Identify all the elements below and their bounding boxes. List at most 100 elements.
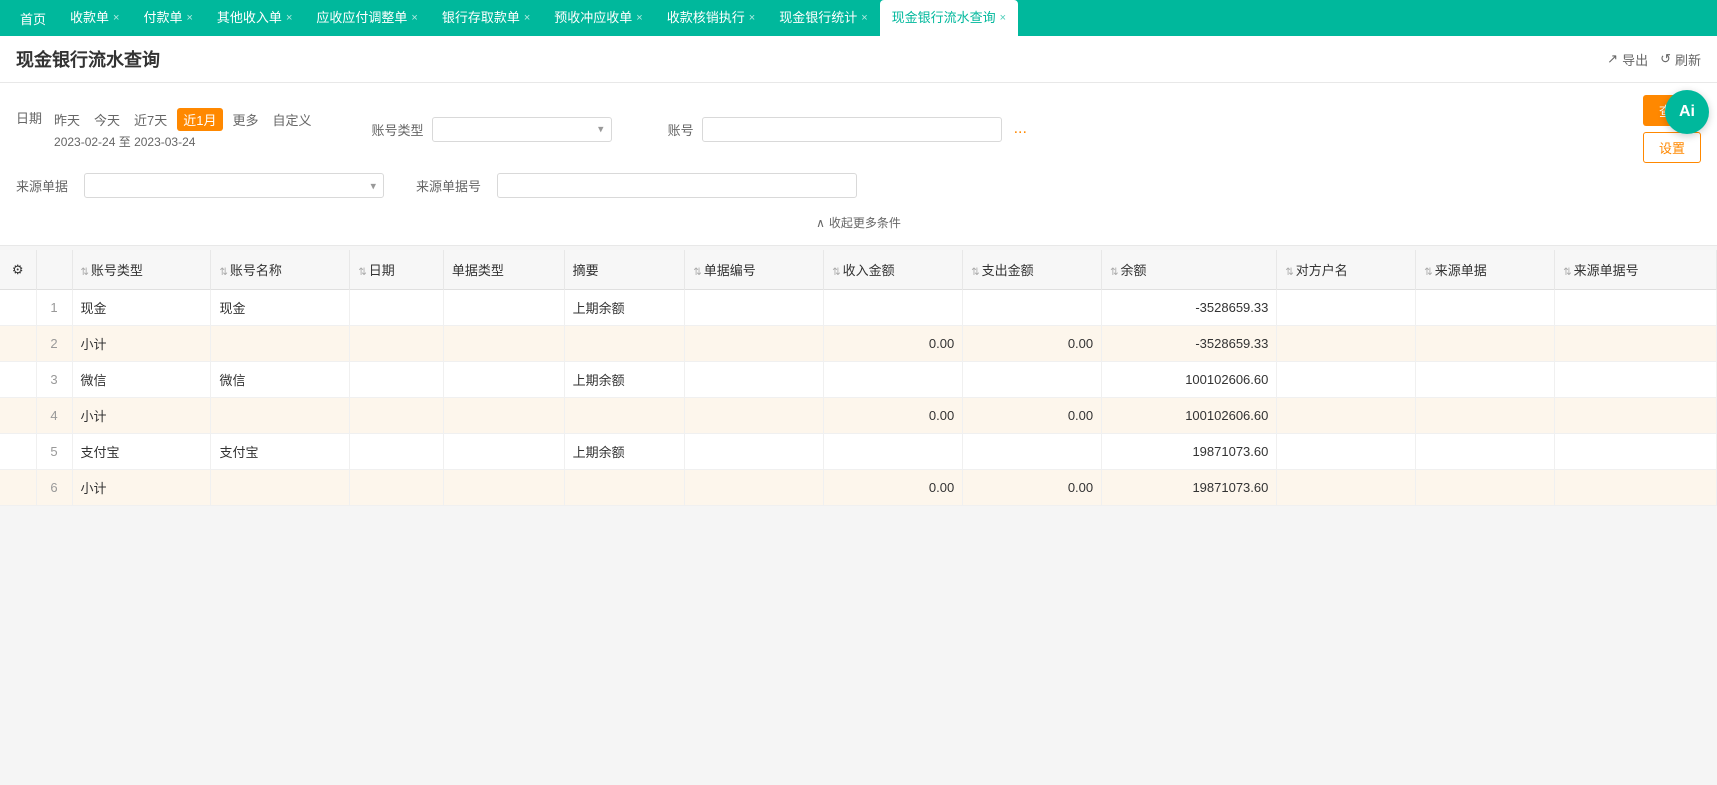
account-type-select-wrapper: 现金 微信 支付宝 ▾ xyxy=(432,117,612,142)
row-checkbox xyxy=(0,326,36,362)
cell-date xyxy=(350,434,443,470)
cell-doc-type xyxy=(443,470,564,506)
cell-source-doc-no xyxy=(1555,434,1717,470)
close-icon[interactable]: × xyxy=(524,0,530,36)
account-ellipsis[interactable]: ... xyxy=(1014,120,1027,138)
col-account-name[interactable]: ⇅账号名称 xyxy=(211,250,350,290)
nav-tab-tongji[interactable]: 现金银行统计 × xyxy=(767,0,879,36)
cell-balance: 100102606.60 xyxy=(1102,362,1277,398)
cell-counterparty xyxy=(1277,290,1416,326)
settings-button[interactable]: 设置 xyxy=(1643,132,1701,163)
date-opt-1month[interactable]: 近1月 xyxy=(177,108,222,131)
col-index xyxy=(36,250,72,290)
nav-tab-hexiao[interactable]: 收款核销执行 × xyxy=(655,0,767,36)
row-checkbox xyxy=(0,470,36,506)
close-icon[interactable]: × xyxy=(749,0,755,36)
row-checkbox xyxy=(0,290,36,326)
cell-doc-no xyxy=(685,290,824,326)
close-icon[interactable]: × xyxy=(286,0,292,36)
export-icon: ↗ xyxy=(1607,51,1618,67)
top-navigation: 首页 收款单 × 付款单 × 其他收入单 × 应收应付调整单 × 银行存取款单 … xyxy=(0,0,1717,36)
nav-tab-yinhang[interactable]: 银行存取款单 × xyxy=(430,0,542,36)
cell-expense xyxy=(963,434,1102,470)
cell-date xyxy=(350,362,443,398)
date-opt-yesterday[interactable]: 昨天 xyxy=(50,108,84,131)
cell-expense: 0.00 xyxy=(963,326,1102,362)
col-date[interactable]: ⇅日期 xyxy=(350,250,443,290)
date-opt-today[interactable]: 今天 xyxy=(90,108,124,131)
col-balance[interactable]: ⇅余额 xyxy=(1102,250,1277,290)
collapse-bar[interactable]: ∧ 收起更多条件 xyxy=(16,208,1701,233)
cell-balance: -3528659.33 xyxy=(1102,326,1277,362)
col-doc-type: 单据类型 xyxy=(443,250,564,290)
nav-tab-shoudan[interactable]: 收款单 × xyxy=(58,0,131,36)
source-doc-select[interactable] xyxy=(84,173,384,198)
cell-summary xyxy=(564,398,685,434)
source-doc-select-wrapper: ▾ xyxy=(84,173,384,198)
cell-expense xyxy=(963,290,1102,326)
cell-source-doc xyxy=(1416,398,1555,434)
col-expense[interactable]: ⇅支出金额 xyxy=(963,250,1102,290)
col-account-type[interactable]: ⇅账号类型 xyxy=(72,250,211,290)
col-source-doc[interactable]: ⇅来源单据 xyxy=(1416,250,1555,290)
table-header-row: ⚙ ⇅账号类型 ⇅账号名称 ⇅日期 单据类型 摘要 ⇅单据编号 ⇅收入金额 ⇅支… xyxy=(0,250,1717,290)
cell-doc-type xyxy=(443,434,564,470)
cell-counterparty xyxy=(1277,326,1416,362)
refresh-button[interactable]: ↺ 刷新 xyxy=(1660,50,1701,69)
cell-expense: 0.00 xyxy=(963,398,1102,434)
nav-tab-fukuan[interactable]: 付款单 × xyxy=(131,0,204,36)
nav-home[interactable]: 首页 xyxy=(8,9,58,28)
nav-tab-liushui[interactable]: 现金银行流水查询 × xyxy=(880,0,1018,36)
source-doc-num-input[interactable] xyxy=(497,173,857,198)
row-checkbox xyxy=(0,434,36,470)
cell-account-type: 支付宝 xyxy=(72,434,211,470)
row-index: 4 xyxy=(36,398,72,434)
cell-doc-no xyxy=(685,470,824,506)
cell-income xyxy=(824,434,963,470)
col-source-doc-no[interactable]: ⇅来源单据号 xyxy=(1555,250,1717,290)
cell-date xyxy=(350,470,443,506)
nav-tab-yushou[interactable]: 预收冲应收单 × xyxy=(542,0,654,36)
source-doc-num-label: 来源单据号 xyxy=(416,176,481,195)
close-icon[interactable]: × xyxy=(861,0,867,36)
col-doc-no[interactable]: ⇅单据编号 xyxy=(685,250,824,290)
cell-doc-no xyxy=(685,362,824,398)
ai-assistant-button[interactable]: Ai xyxy=(1665,90,1709,134)
cell-counterparty xyxy=(1277,470,1416,506)
export-button[interactable]: ↗ 导出 xyxy=(1607,50,1648,69)
cell-summary: 上期余额 xyxy=(564,434,685,470)
col-settings[interactable]: ⚙ xyxy=(0,250,36,290)
nav-tab-qita[interactable]: 其他收入单 × xyxy=(205,0,304,36)
date-opt-custom[interactable]: 自定义 xyxy=(269,108,316,131)
col-counterparty[interactable]: ⇅对方户名 xyxy=(1277,250,1416,290)
cell-balance: 19871073.60 xyxy=(1102,470,1277,506)
col-summary: 摘要 xyxy=(564,250,685,290)
account-type-select[interactable]: 现金 微信 支付宝 xyxy=(432,117,612,142)
col-income[interactable]: ⇅收入金额 xyxy=(824,250,963,290)
table-row: 1现金现金上期余额-3528659.33 xyxy=(0,290,1717,326)
cell-doc-type xyxy=(443,362,564,398)
close-icon[interactable]: × xyxy=(411,0,417,36)
close-icon[interactable]: × xyxy=(186,0,192,36)
account-label: 账号 xyxy=(668,120,694,139)
cell-account-type: 小计 xyxy=(72,398,211,434)
row-index: 6 xyxy=(36,470,72,506)
date-range-display: 2023-02-24 至 2023-03-24 xyxy=(54,133,316,150)
close-icon[interactable]: × xyxy=(636,0,642,36)
close-icon[interactable]: × xyxy=(1000,0,1006,36)
table-row: 3微信微信上期余额100102606.60 xyxy=(0,362,1717,398)
date-opt-more[interactable]: 更多 xyxy=(229,108,263,131)
row-checkbox xyxy=(0,362,36,398)
cell-doc-no xyxy=(685,434,824,470)
filter-area: 日期 昨天 今天 近7天 近1月 更多 自定义 2023-02-24 至 202… xyxy=(0,83,1717,246)
row-index: 3 xyxy=(36,362,72,398)
cell-expense: 0.00 xyxy=(963,470,1102,506)
date-opt-7days[interactable]: 近7天 xyxy=(130,108,171,131)
close-icon[interactable]: × xyxy=(113,0,119,36)
account-input[interactable] xyxy=(702,117,1002,142)
cell-summary xyxy=(564,470,685,506)
table-area: ⚙ ⇅账号类型 ⇅账号名称 ⇅日期 单据类型 摘要 ⇅单据编号 ⇅收入金额 ⇅支… xyxy=(0,250,1717,506)
cell-source-doc-no xyxy=(1555,326,1717,362)
nav-tab-tiaozheng[interactable]: 应收应付调整单 × xyxy=(304,0,429,36)
cell-source-doc-no xyxy=(1555,362,1717,398)
